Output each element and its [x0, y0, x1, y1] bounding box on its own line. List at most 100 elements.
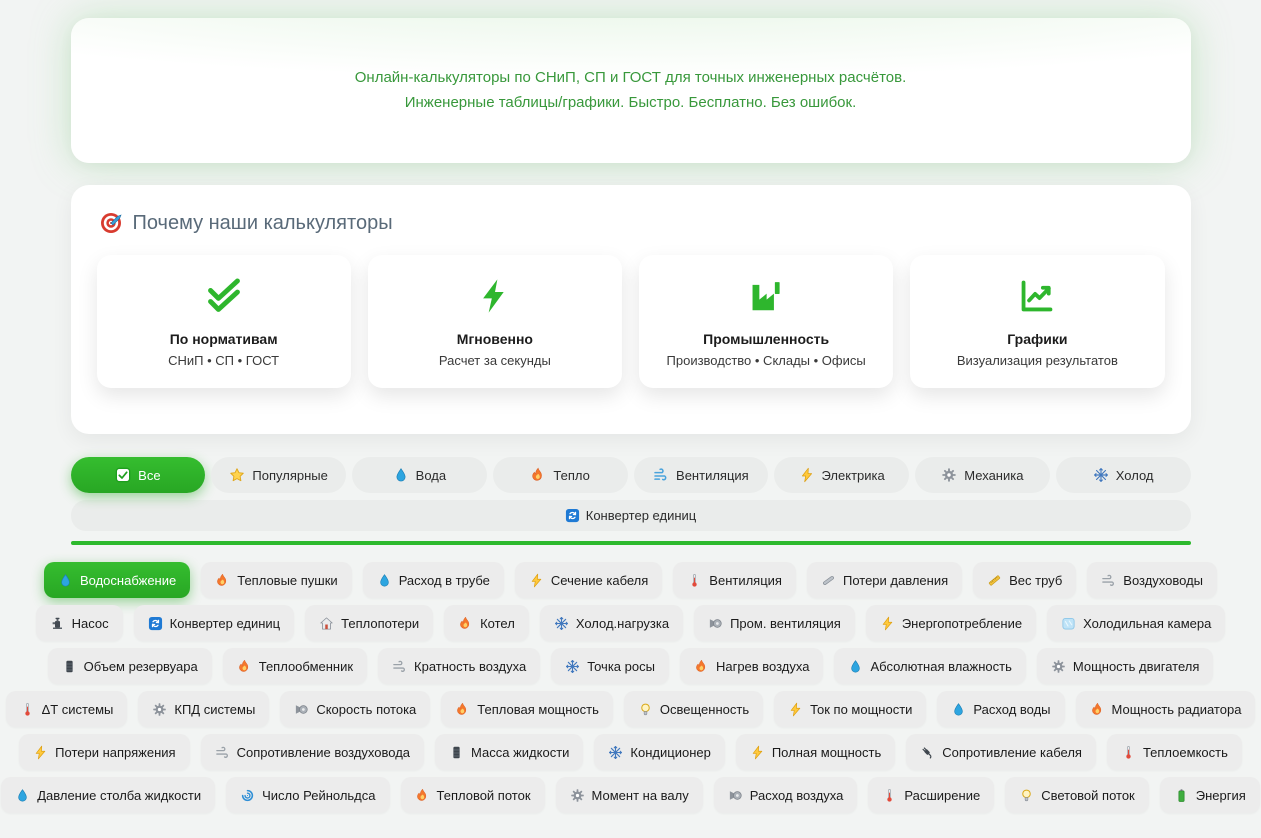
unit-converter-button[interactable]: Конвертер единиц: [70, 500, 1191, 531]
calculator-chip[interactable]: Холод.нагрузка: [539, 605, 684, 641]
convert-icon: [148, 616, 163, 631]
calculator-chip[interactable]: Тепловая мощность: [441, 691, 613, 727]
calculator-chip[interactable]: Насос: [35, 605, 123, 641]
calculator-chip[interactable]: Потери напряжения: [19, 734, 190, 770]
calculator-chip[interactable]: Вентиляция: [673, 562, 796, 598]
calculator-chip[interactable]: ΔТ системы: [5, 691, 128, 727]
calculator-chip[interactable]: Скорость потока: [280, 691, 431, 727]
chip-label: Освещенность: [659, 701, 750, 717]
calculator-chip[interactable]: Расход в трубе: [362, 562, 504, 598]
chip-label: Сопротивление кабеля: [942, 744, 1082, 760]
filter-button[interactable]: Холод: [1055, 457, 1191, 493]
why-section: Почему наши калькуляторы По нормативам СН…: [70, 185, 1191, 434]
calculator-chip[interactable]: Кондиционер: [594, 734, 725, 770]
calculator-chip[interactable]: Теплообменник: [222, 648, 368, 684]
chip-label: Сопротивление воздуховода: [236, 744, 411, 760]
calculator-chip[interactable]: Холодильная камера: [1047, 605, 1226, 641]
calculator-chip[interactable]: Расширение: [868, 777, 995, 813]
flame-icon: [237, 659, 252, 674]
bulb-icon: [1019, 788, 1034, 803]
calculator-chip[interactable]: Сопротивление воздуховода: [200, 734, 425, 770]
calculator-chip[interactable]: Число Рейнольдса: [226, 777, 390, 813]
filter-label: Холод: [1115, 467, 1154, 483]
calculator-chip[interactable]: Пром. вентиляция: [694, 605, 855, 641]
filter-button[interactable]: Все: [70, 457, 206, 493]
calculator-chip[interactable]: Тепловые пушки: [201, 562, 352, 598]
chip-label: Ток по мощности: [810, 701, 913, 717]
plug-icon: [920, 745, 935, 760]
thermometer-icon: [882, 788, 897, 803]
calculator-chip[interactable]: Воздуховоды: [1087, 562, 1218, 598]
chip-label: Конвертер единиц: [169, 615, 281, 631]
ice-cube-icon: [1061, 616, 1076, 631]
filter-label: Популярные: [252, 467, 328, 483]
feature-title: Промышленность: [703, 331, 830, 347]
filter-button[interactable]: Тепло: [492, 457, 628, 493]
thermometer-icon: [20, 702, 35, 717]
calculator-chip[interactable]: КПД системы: [138, 691, 270, 727]
chip-label: Давление столба жидкости: [37, 787, 202, 803]
section-divider: [70, 541, 1191, 545]
calculator-chip[interactable]: Вес труб: [973, 562, 1077, 598]
calculator-chip[interactable]: Абсолютная влажность: [834, 648, 1026, 684]
calculator-chip[interactable]: Теплопотери: [305, 605, 434, 641]
calculator-chip[interactable]: Полная мощность: [735, 734, 896, 770]
calculator-chip[interactable]: Давление столба жидкости: [1, 777, 216, 813]
filter-button[interactable]: Вода: [352, 457, 487, 493]
calculator-chip[interactable]: Конвертер единиц: [133, 605, 295, 641]
calculator-chip[interactable]: Масса жидкости: [435, 734, 584, 770]
flame-icon: [458, 616, 473, 631]
calculator-chip[interactable]: Расход воздуха: [713, 777, 858, 813]
chip-label: Нагрев воздуха: [715, 658, 810, 674]
ruler-icon: [987, 573, 1002, 588]
filter-button[interactable]: Механика: [915, 457, 1050, 493]
chip-label: КПД системы: [174, 701, 256, 717]
lightning-icon: [750, 745, 765, 760]
snowflake-icon: [565, 659, 580, 674]
tank-icon: [62, 659, 77, 674]
chip-label: Масса жидкости: [471, 744, 570, 760]
feature-card: Графики Визуализация результатов: [910, 255, 1165, 388]
calculator-chip[interactable]: Световой поток: [1005, 777, 1149, 813]
calculator-chip[interactable]: Момент на валу: [555, 777, 703, 813]
why-section-heading: Почему наши калькуляторы: [99, 211, 1165, 235]
calculator-chip[interactable]: Потери давления: [806, 562, 963, 598]
calculator-chip[interactable]: Котел: [444, 605, 529, 641]
filter-label: Все: [138, 467, 161, 483]
calculator-chip[interactable]: Водоснабжение: [43, 562, 191, 598]
calculator-chip[interactable]: Объем резервуара: [47, 648, 212, 684]
factory-icon: [747, 277, 785, 315]
calculator-chip[interactable]: Мощность двигателя: [1036, 648, 1214, 684]
calculator-chip[interactable]: Энергия: [1159, 777, 1260, 813]
chip-label: Скорость потока: [316, 701, 417, 717]
calculator-chip[interactable]: Расход воды: [937, 691, 1065, 727]
calculator-chip[interactable]: Сопротивление кабеля: [906, 734, 1096, 770]
chip-row: Насос Конвертер единиц Теплопотери Котел Хол…: [35, 605, 1226, 641]
calculator-chip[interactable]: Ток по мощности: [774, 691, 927, 727]
feature-title: Мгновенно: [456, 331, 533, 347]
chip-label: Холодильная камера: [1083, 615, 1212, 631]
chip-label: Вес труб: [1009, 572, 1063, 588]
calculator-chip[interactable]: Нагрев воздуха: [679, 648, 824, 684]
chip-label: Световой поток: [1041, 787, 1135, 803]
chip-label: Кондиционер: [630, 744, 711, 760]
chip-label: Холод.нагрузка: [575, 615, 670, 631]
filter-button[interactable]: Вентиляция: [633, 457, 769, 493]
chip-label: Теплообменник: [258, 658, 354, 674]
calculator-chip[interactable]: Освещенность: [623, 691, 764, 727]
calculator-chip[interactable]: Кратность воздуха: [378, 648, 541, 684]
calculator-chip[interactable]: Энергопотребление: [865, 605, 1037, 641]
filter-button[interactable]: Популярные: [211, 457, 346, 493]
lightning-icon: [529, 573, 544, 588]
calculator-chip[interactable]: Мощность радиатора: [1075, 691, 1256, 727]
calculator-chip[interactable]: Сечение кабеля: [514, 562, 663, 598]
calculator-chip[interactable]: Тепловой поток: [400, 777, 545, 813]
wind-icon: [653, 467, 669, 483]
fan-icon: [728, 788, 743, 803]
filter-button[interactable]: Электрика: [774, 457, 909, 493]
thermometer-icon: [1121, 745, 1136, 760]
filter-label: Механика: [964, 467, 1024, 483]
filter-label: Электрика: [821, 467, 885, 483]
calculator-chip[interactable]: Теплоемкость: [1106, 734, 1242, 770]
calculator-chip[interactable]: Точка росы: [551, 648, 669, 684]
